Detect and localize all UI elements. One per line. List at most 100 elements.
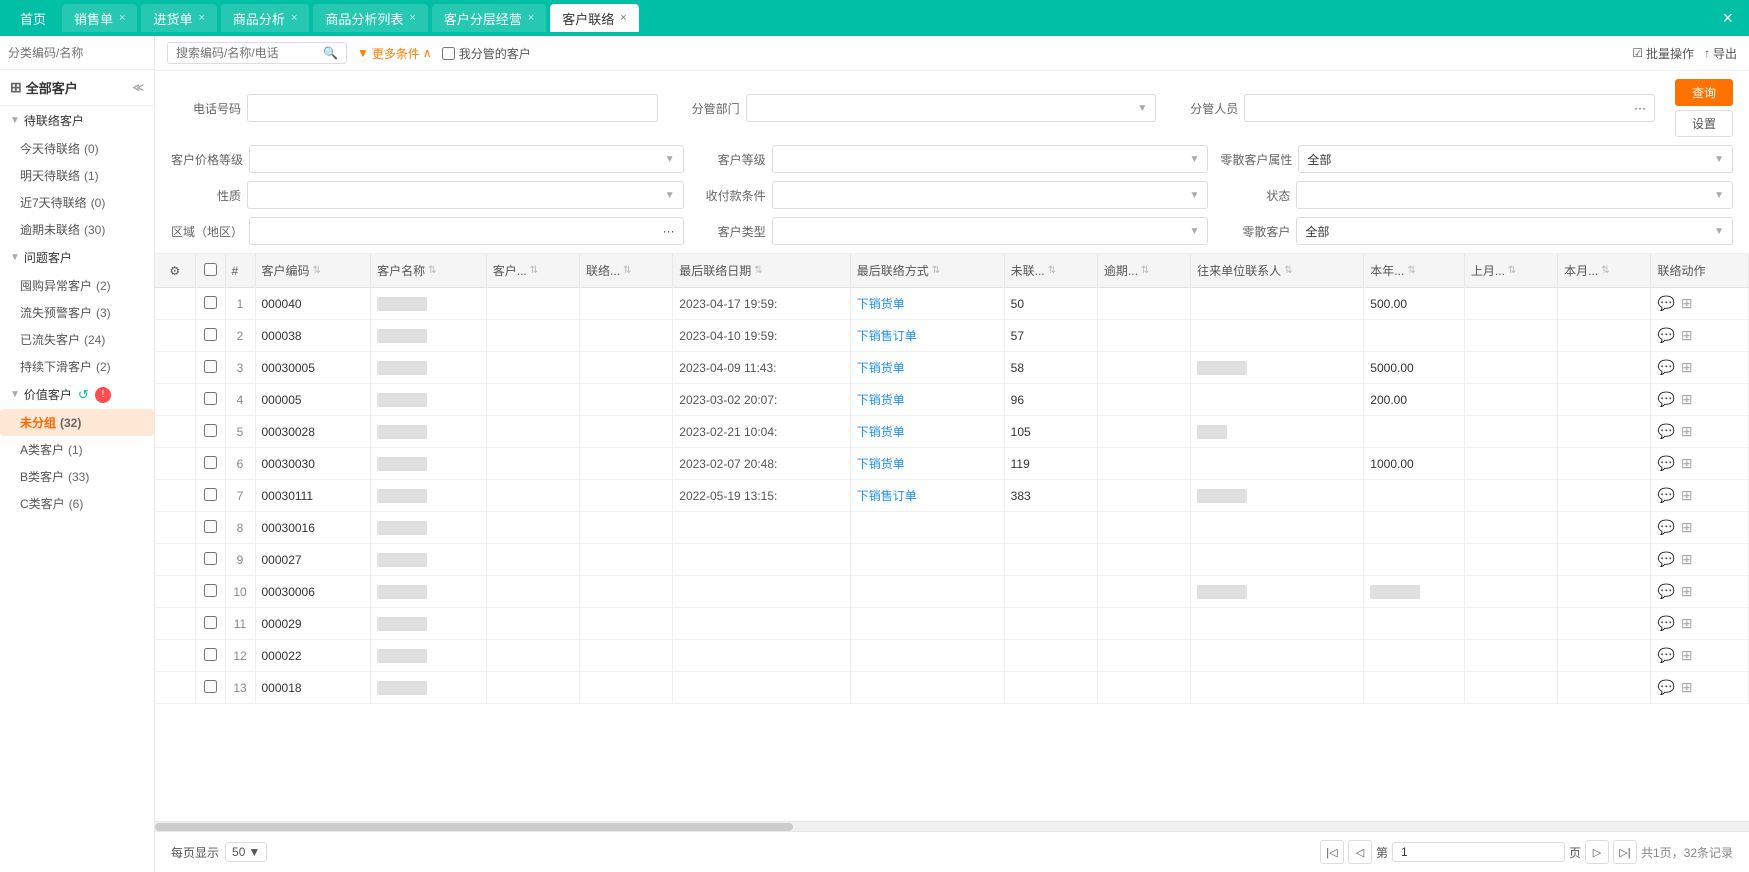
grid-action-icon[interactable]: ⊞ xyxy=(1681,647,1693,664)
nature-select[interactable]: ▼ xyxy=(247,181,684,209)
close-product-analysis-list-icon[interactable]: × xyxy=(409,12,415,24)
td-checkbox[interactable] xyxy=(195,352,225,384)
customer-level-select[interactable]: ▼ xyxy=(772,145,1209,173)
row-checkbox[interactable] xyxy=(204,488,217,501)
td-last-contact-method[interactable] xyxy=(850,672,1004,704)
th-contact[interactable]: 联络...⇅ xyxy=(580,254,673,288)
main-search-icon[interactable]: 🔍 xyxy=(323,46,338,60)
grid-action-icon[interactable]: ⊞ xyxy=(1681,487,1693,504)
person-select[interactable]: ··· xyxy=(1244,94,1655,122)
tab-home[interactable]: 首页 xyxy=(8,4,58,32)
chat-icon[interactable]: 💬 xyxy=(1657,647,1674,664)
th-unit-contact[interactable]: 往来单位联系人⇅ xyxy=(1191,254,1364,288)
chat-icon[interactable]: 💬 xyxy=(1657,327,1674,344)
collapse-icon[interactable]: ≪ xyxy=(132,81,144,94)
window-close-button[interactable]: × xyxy=(1714,8,1741,29)
sidebar-item-declining[interactable]: 持续下滑客户 (2) xyxy=(0,353,154,380)
scrollbar-thumb[interactable] xyxy=(155,823,793,831)
td-last-contact-method[interactable]: 下销货单 xyxy=(850,288,1004,320)
close-customer-segment-icon[interactable]: × xyxy=(528,12,534,24)
th-this-year[interactable]: 本年...⇅ xyxy=(1364,254,1465,288)
reset-button[interactable]: 设置 xyxy=(1675,110,1733,137)
grid-action-icon[interactable]: ⊞ xyxy=(1681,519,1693,536)
customer-type-select[interactable]: ▼ xyxy=(772,217,1209,245)
sidebar-item-7days-pending[interactable]: 近7天待联络 (0) xyxy=(0,189,154,216)
row-checkbox[interactable] xyxy=(204,424,217,437)
chat-icon[interactable]: 💬 xyxy=(1657,295,1674,312)
tab-customer-contact[interactable]: 客户联络 × xyxy=(550,4,638,32)
grid-action-icon[interactable]: ⊞ xyxy=(1681,679,1693,696)
th-last-contact-method[interactable]: 最后联络方式⇅ xyxy=(850,254,1004,288)
sidebar-item-tomorrow-pending[interactable]: 明天待联络 (1) xyxy=(0,162,154,189)
my-customers-check[interactable] xyxy=(442,47,455,60)
close-customer-contact-icon[interactable]: × xyxy=(620,12,626,24)
grid-action-icon[interactable]: ⊞ xyxy=(1681,583,1693,600)
td-checkbox[interactable] xyxy=(195,672,225,704)
contact-method-link[interactable]: 下销货单 xyxy=(857,457,905,471)
td-last-contact-method[interactable] xyxy=(850,608,1004,640)
grid-action-icon[interactable]: ⊞ xyxy=(1681,359,1693,376)
tab-product-analysis-list[interactable]: 商品分析列表 × xyxy=(313,4,427,32)
contact-method-link[interactable]: 下销售订单 xyxy=(857,489,917,503)
sidebar-item-ungrouped[interactable]: 未分组 (32) xyxy=(0,409,154,436)
row-checkbox[interactable] xyxy=(204,520,217,533)
chat-icon[interactable]: 💬 xyxy=(1657,487,1674,504)
main-search-input[interactable] xyxy=(176,46,319,60)
td-checkbox[interactable] xyxy=(195,576,225,608)
chat-icon[interactable]: 💬 xyxy=(1657,359,1674,376)
th-checkbox[interactable] xyxy=(195,254,225,288)
row-checkbox[interactable] xyxy=(204,616,217,629)
td-last-contact-method[interactable]: 下销售订单 xyxy=(850,480,1004,512)
tab-purchase[interactable]: 进货单 × xyxy=(141,4,216,32)
sidebar-item-churn-warning[interactable]: 流失预警客户 (3) xyxy=(0,299,154,326)
td-last-contact-method[interactable] xyxy=(850,544,1004,576)
chat-icon[interactable]: 💬 xyxy=(1657,679,1674,696)
contact-method-link[interactable]: 下销货单 xyxy=(857,425,905,439)
sidebar-item-overdue-pending[interactable]: 逾期未联络 (30) xyxy=(0,216,154,243)
prev-page-button[interactable]: ◁ xyxy=(1348,840,1372,864)
sidebar-group-pending-title[interactable]: ▼ 待联络客户 xyxy=(0,106,154,135)
td-last-contact-method[interactable] xyxy=(850,576,1004,608)
th-type[interactable]: 客户...⇅ xyxy=(486,254,579,288)
grid-action-icon[interactable]: ⊞ xyxy=(1681,551,1693,568)
close-sales-icon[interactable]: × xyxy=(119,12,125,24)
grid-action-icon[interactable]: ⊞ xyxy=(1681,615,1693,632)
row-checkbox[interactable] xyxy=(204,456,217,469)
sidebar-item-churned[interactable]: 已流失客户 (24) xyxy=(0,326,154,353)
td-checkbox[interactable] xyxy=(195,384,225,416)
chat-icon[interactable]: 💬 xyxy=(1657,455,1674,472)
th-name[interactable]: 客户名称⇅ xyxy=(371,254,487,288)
th-last-month[interactable]: 上月...⇅ xyxy=(1464,254,1557,288)
sidebar-all-customers[interactable]: ⊞ 全部客户 ≪ xyxy=(0,70,154,106)
first-page-button[interactable]: |◁ xyxy=(1320,840,1344,864)
td-last-contact-method[interactable] xyxy=(850,640,1004,672)
sidebar-item-a-class[interactable]: A类客户 (1) xyxy=(0,436,154,463)
th-settings[interactable]: ⚙ xyxy=(155,254,195,288)
row-checkbox[interactable] xyxy=(204,648,217,661)
my-customers-checkbox[interactable]: 我分管的客户 xyxy=(442,45,531,62)
row-checkbox[interactable] xyxy=(204,392,217,405)
chat-icon[interactable]: 💬 xyxy=(1657,519,1674,536)
sidebar-item-c-class[interactable]: C类客户 (6) xyxy=(0,490,154,517)
td-checkbox[interactable] xyxy=(195,320,225,352)
chat-icon[interactable]: 💬 xyxy=(1657,551,1674,568)
row-checkbox[interactable] xyxy=(204,584,217,597)
td-last-contact-method[interactable]: 下销货单 xyxy=(850,416,1004,448)
td-checkbox[interactable] xyxy=(195,512,225,544)
next-page-button[interactable]: ▷ xyxy=(1585,840,1609,864)
tab-product-analysis[interactable]: 商品分析 × xyxy=(221,4,309,32)
grid-action-icon[interactable]: ⊞ xyxy=(1681,295,1693,312)
th-this-month[interactable]: 本月...⇅ xyxy=(1558,254,1651,288)
price-level-select[interactable]: ▼ xyxy=(249,145,684,173)
close-product-analysis-icon[interactable]: × xyxy=(291,12,297,24)
refresh-icon[interactable]: ↺ xyxy=(78,387,89,403)
td-checkbox[interactable] xyxy=(195,640,225,672)
grid-action-icon[interactable]: ⊞ xyxy=(1681,455,1693,472)
td-checkbox[interactable] xyxy=(195,544,225,576)
row-checkbox[interactable] xyxy=(204,296,217,309)
payment-terms-select[interactable]: ▼ xyxy=(772,181,1209,209)
tab-sales[interactable]: 销售单 × xyxy=(62,4,137,32)
chat-icon[interactable]: 💬 xyxy=(1657,583,1674,600)
td-last-contact-method[interactable]: 下销售订单 xyxy=(850,320,1004,352)
batch-op-button[interactable]: ☑ 批量操作 xyxy=(1632,45,1694,62)
